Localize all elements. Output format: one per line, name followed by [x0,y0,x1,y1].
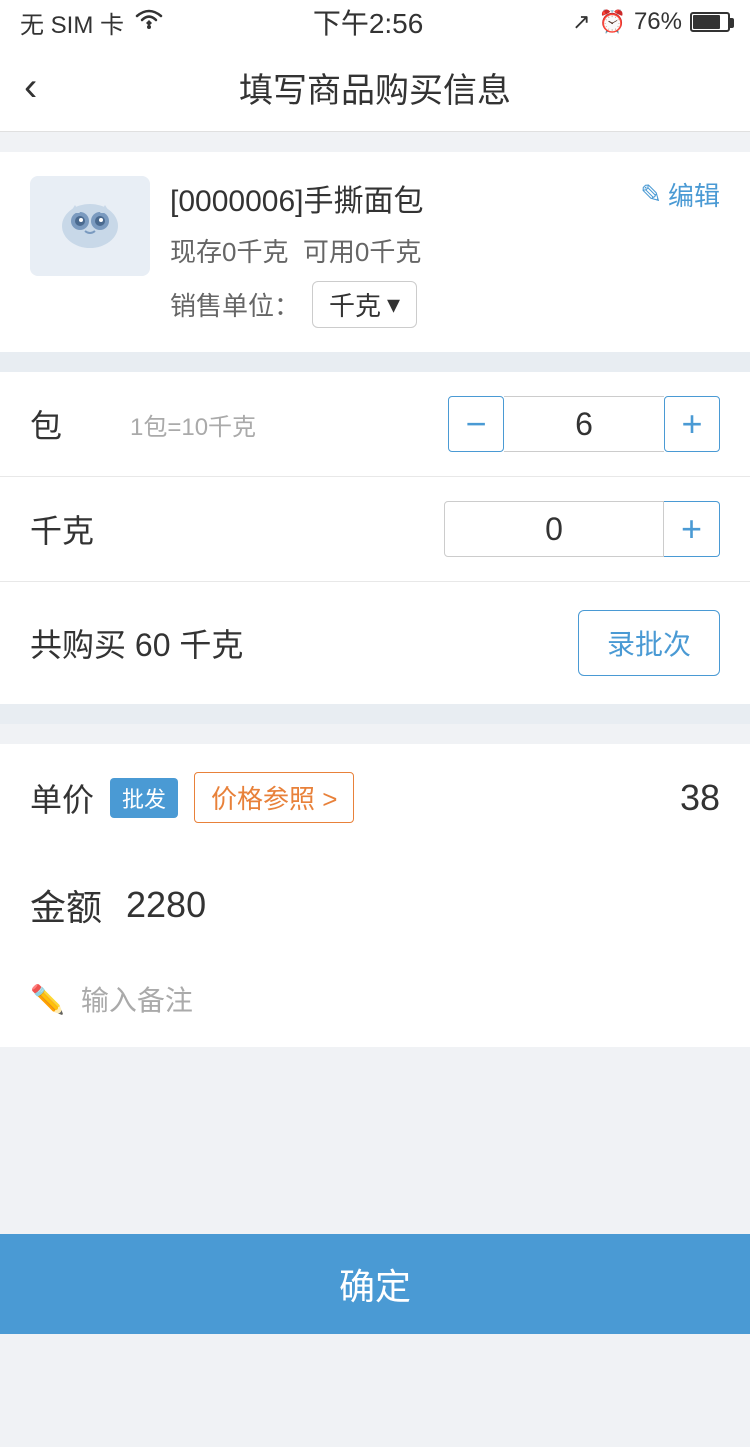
product-card: [0000006]手撕面包 现存0千克 可用0千克 销售单位： 千克 ▾ ✎ 编… [0,152,750,352]
batch-button[interactable]: 录批次 [578,610,720,676]
status-left: 无 SIM 卡 [20,5,164,40]
product-name: [0000006]手撕面包 [170,176,720,220]
bao-plus-button[interactable]: + [664,396,720,452]
battery-icon [690,12,730,32]
status-bar: 无 SIM 卡 下午2:56 ↗ ⏰ 76% [0,0,750,44]
bao-input-row: 包 1包=10千克 − + [0,372,750,477]
bao-quantity-input[interactable] [504,396,664,452]
product-logo-icon [55,191,125,261]
product-thumbnail [30,176,150,276]
qianke-input-row: 千克 + [0,477,750,582]
bao-label: 包 [30,401,110,447]
bao-qty-control: − + [448,396,720,452]
section-divider-2 [0,704,750,724]
remark-row[interactable]: ✏️ 输入备注 [0,959,750,1047]
bao-hint: 1包=10千克 [130,407,428,442]
page-title: 填写商品购买信息 [239,63,511,112]
battery-percent: 76% [634,8,682,36]
price-batch-tag: 批发 [110,778,178,818]
qianke-quantity-input[interactable] [444,501,664,557]
price-section: 单价 批发 价格参照 > 38 [0,744,750,851]
status-right: ↗ ⏰ 76% [572,8,730,36]
carrier-text: 无 SIM 卡 [20,5,124,40]
input-section: 包 1包=10千克 − + 千克 + [0,372,750,582]
status-time: 下午2:56 [313,2,424,42]
amount-row: 金额 2280 [0,851,750,959]
back-button[interactable]: ‹ [24,65,37,110]
product-unit-row: 销售单位： 千克 ▾ [170,281,720,328]
remark-placeholder: 输入备注 [81,979,193,1019]
alarm-icon: ⏰ [599,9,626,35]
pencil-icon: ✏️ [30,983,65,1016]
qianke-qty-control: + [444,501,720,557]
unit-label: 销售单位： [170,286,300,323]
wifi-icon [134,8,164,37]
nav-bar: ‹ 填写商品购买信息 [0,44,750,132]
product-info: [0000006]手撕面包 现存0千克 可用0千克 销售单位： 千克 ▾ [170,176,720,328]
section-divider-1 [0,352,750,372]
price-value: 38 [680,777,720,819]
price-label: 单价 [30,775,94,821]
edit-icon: ✎ [640,179,662,210]
confirm-button-label: 确定 [339,1258,411,1310]
summary-text: 共购买 60 千克 [30,620,243,666]
edit-button[interactable]: ✎ 编辑 [640,176,720,213]
qianke-plus-button[interactable]: + [664,501,720,557]
confirm-bar[interactable]: 确定 [0,1234,750,1334]
chevron-down-icon: ▾ [387,289,400,320]
amount-value: 2280 [126,884,206,926]
qianke-label: 千克 [30,506,110,552]
location-icon: ↗ [572,9,590,35]
summary-row: 共购买 60 千克 录批次 [0,582,750,704]
amount-label: 金额 [30,879,102,931]
product-stock: 现存0千克 可用0千克 [170,232,720,269]
price-reference-button[interactable]: 价格参照 > [194,772,354,823]
bao-minus-button[interactable]: − [448,396,504,452]
unit-select[interactable]: 千克 ▾ [312,281,417,328]
